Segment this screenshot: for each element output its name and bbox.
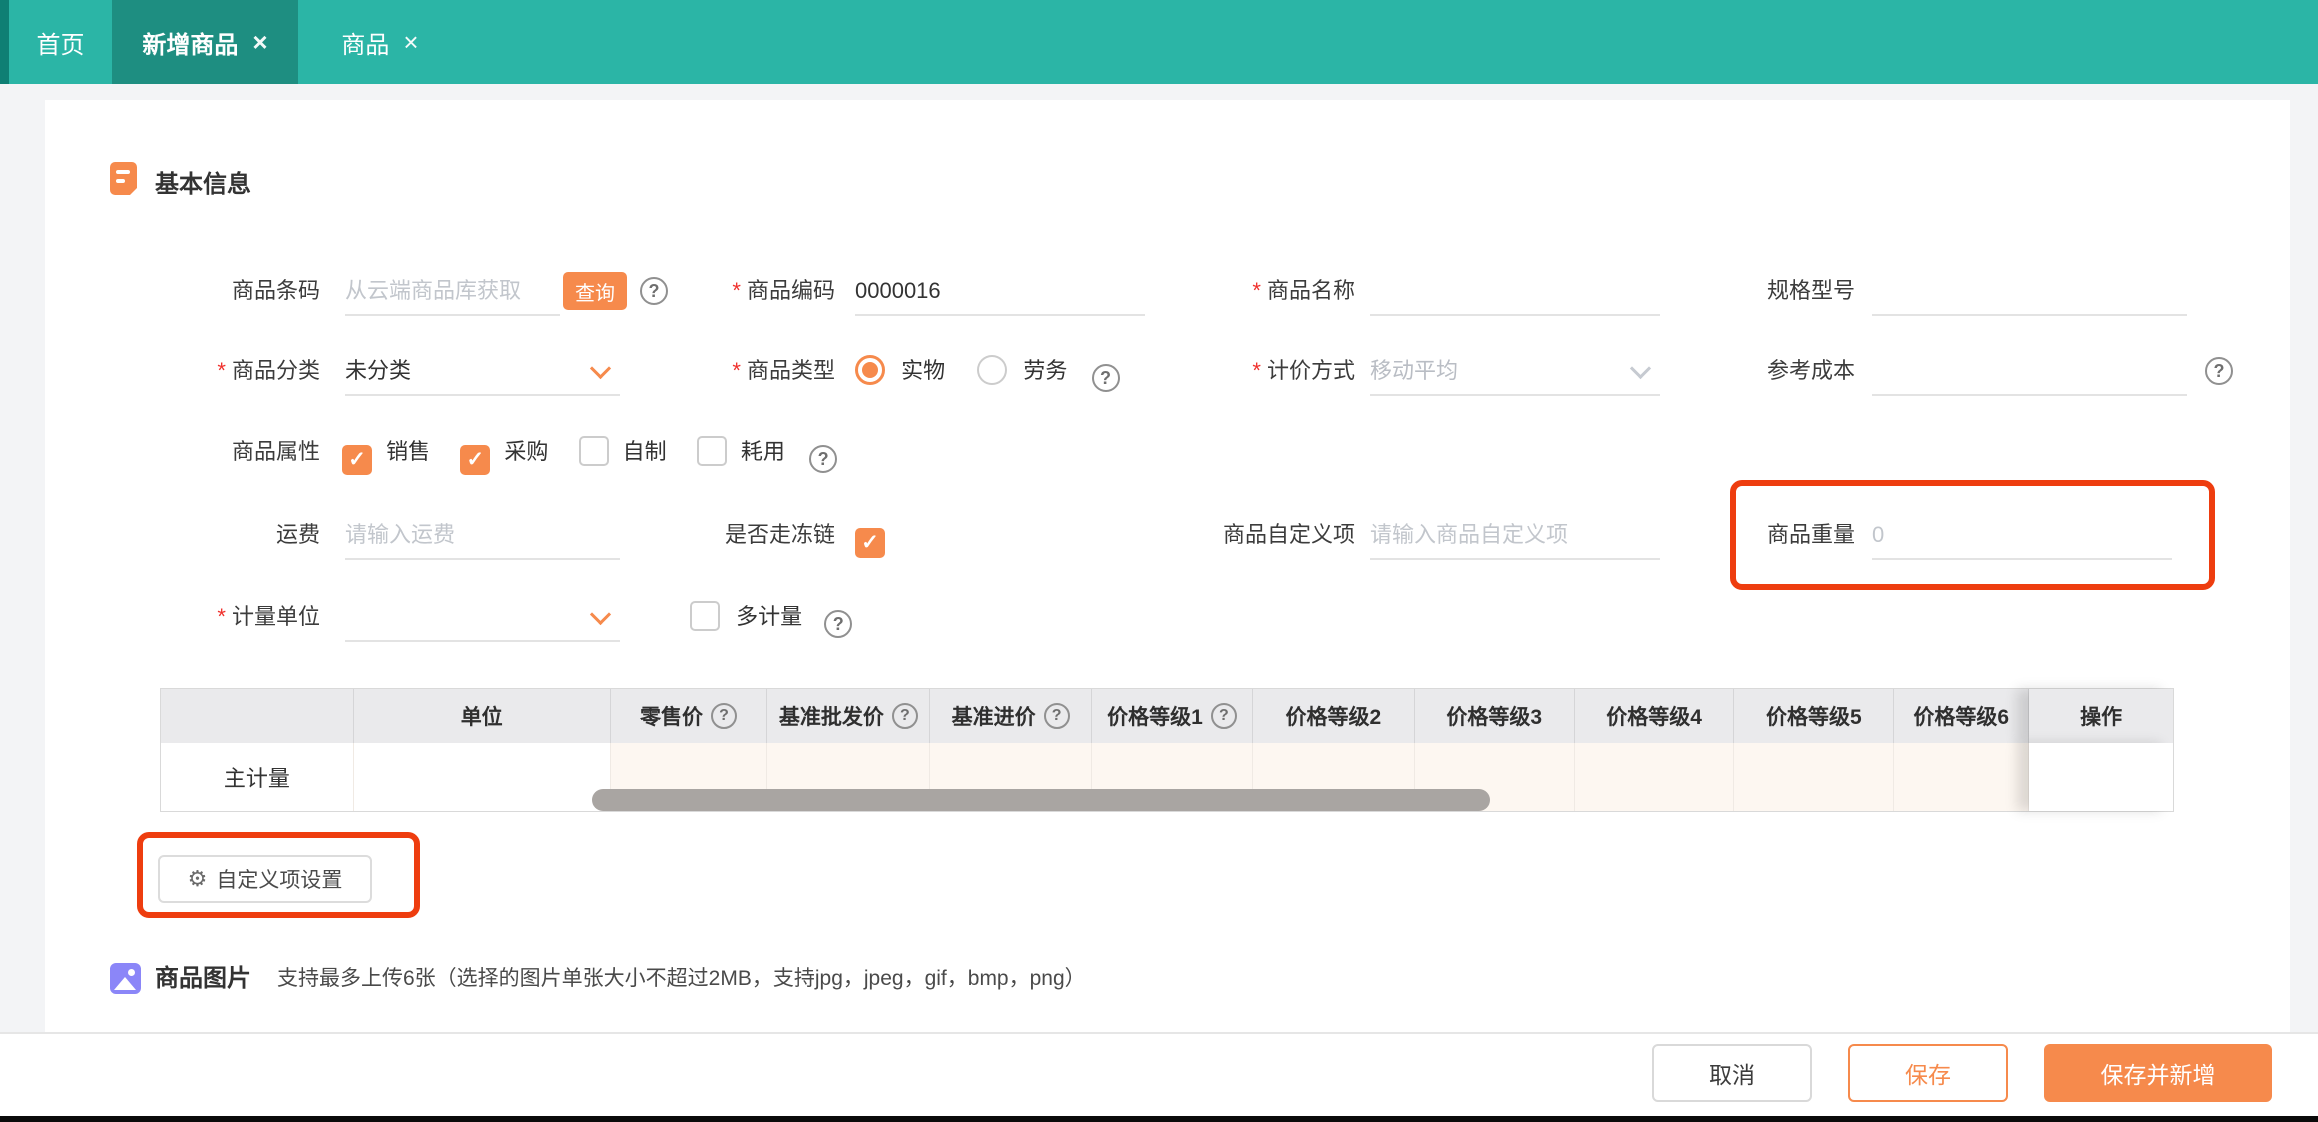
- cancel-button[interactable]: 取消: [1652, 1044, 1812, 1102]
- column-header-price-level-5: 价格等级5: [1734, 689, 1895, 743]
- checkbox-self-made[interactable]: [578, 436, 609, 466]
- horizontal-scrollbar[interactable]: [592, 789, 1490, 811]
- column-header-price-level-1: 价格等级1?: [1092, 689, 1253, 743]
- freight-label: 运费: [275, 522, 320, 547]
- price-level-6-cell[interactable]: [1894, 743, 2030, 811]
- checkbox-purchase-label: 采购: [504, 439, 549, 464]
- close-icon[interactable]: ×: [252, 29, 267, 55]
- product-images-hint: 支持最多上传6张（选择的图片单张大小不超过2MB，支持jpg，jpeg，gif，…: [277, 967, 1086, 990]
- freight-input[interactable]: 请输入运费: [345, 510, 620, 560]
- custom-item-label: 商品自定义项: [1222, 522, 1355, 547]
- cold-chain-field: ✓: [855, 510, 915, 560]
- code-label: * 商品编码: [732, 278, 835, 303]
- custom-item-input[interactable]: 请输入商品自定义项: [1370, 510, 1660, 560]
- price-table-header-row: 单位 零售价? 基准批发价? 基准进价? 价格等级1? 价格等级2 价格等级3 …: [161, 689, 2173, 743]
- type-label: * 商品类型: [732, 358, 835, 383]
- radio-physical-label: 实物: [901, 358, 946, 383]
- column-header-actions: 操作: [2029, 689, 2173, 743]
- category-label: * 商品分类: [217, 358, 320, 383]
- document-icon: [110, 162, 138, 196]
- checkbox-consume[interactable]: [696, 436, 727, 466]
- image-icon: [110, 963, 141, 994]
- section-title-basic-info: 基本信息: [155, 171, 251, 198]
- spec-label: 规格型号: [1766, 278, 1855, 303]
- tab-label: 商品: [341, 31, 390, 59]
- name-label: * 商品名称: [1252, 278, 1355, 303]
- save-button[interactable]: 保存: [1848, 1044, 2008, 1102]
- unit-label: * 计量单位: [217, 604, 320, 629]
- multi-unit-field: 多计量 ?: [690, 592, 930, 642]
- tab-label: 新增商品: [142, 31, 239, 59]
- checkbox-multi-unit[interactable]: [690, 601, 720, 631]
- weight-label: 商品重量: [1766, 522, 1855, 547]
- column-header-price-level-4: 价格等级4: [1575, 689, 1735, 743]
- checkbox-cold-chain[interactable]: ✓: [855, 528, 885, 558]
- ref-cost-label: 参考成本: [1766, 358, 1855, 383]
- help-icon[interactable]: ?: [824, 610, 853, 638]
- barcode-label: 商品条码: [231, 278, 320, 303]
- help-icon[interactable]: ?: [2205, 357, 2233, 385]
- column-header-price-level-6: 价格等级6: [1894, 689, 2030, 743]
- help-icon[interactable]: ?: [891, 703, 918, 729]
- pricing-select[interactable]: 移动平均: [1370, 346, 1660, 396]
- help-icon[interactable]: ?: [1043, 703, 1070, 729]
- unit-cell[interactable]: [354, 743, 611, 811]
- gear-icon: ⚙: [187, 866, 208, 891]
- section-title-product-images: 商品图片: [155, 965, 251, 992]
- barcode-input[interactable]: 从云端商品库获取: [345, 266, 560, 316]
- checkbox-self-made-label: 自制: [622, 439, 667, 464]
- column-header-retail-price: 零售价?: [611, 689, 768, 743]
- radio-service[interactable]: [977, 355, 1008, 385]
- attrs-label: 商品属性: [231, 439, 320, 464]
- checkbox-sale[interactable]: ✓: [342, 445, 372, 475]
- window-bottom-edge: [0, 1116, 2318, 1122]
- row-name-cell: 主计量: [161, 743, 354, 811]
- category-select[interactable]: 未分类: [345, 346, 620, 396]
- main-card: 基本信息 商品条码 从云端商品库获取 查询 ? * 商品编码 0000016 * 商…: [45, 100, 2290, 1032]
- checkbox-purchase[interactable]: ✓: [460, 445, 491, 475]
- column-header-base-purchase: 基准进价?: [930, 689, 1093, 743]
- cold-chain-label: 是否走冻链: [724, 522, 835, 547]
- checkbox-consume-label: 耗用: [740, 439, 785, 464]
- column-header-unit: 单位: [354, 689, 611, 743]
- custom-settings-button[interactable]: ⚙ 自定义项设置: [158, 855, 372, 903]
- multi-unit-label: 多计量: [736, 604, 803, 629]
- help-icon[interactable]: ?: [710, 703, 737, 729]
- actions-cell: [2029, 743, 2174, 811]
- tab-new-product[interactable]: 新增商品 ×: [112, 0, 298, 84]
- tab-home[interactable]: 首页: [9, 0, 112, 84]
- unit-select[interactable]: [345, 592, 620, 642]
- price-level-4-cell[interactable]: [1574, 743, 1735, 811]
- tab-bar: 首页 新增商品 × 商品 ×: [0, 0, 2318, 84]
- footer-bar: 取消 保存 保存并新增: [0, 1032, 2318, 1116]
- help-icon[interactable]: ?: [1210, 703, 1237, 729]
- column-header-price-level-2: 价格等级2: [1253, 689, 1415, 743]
- ref-cost-input[interactable]: [1872, 346, 2187, 396]
- checkbox-sale-label: 销售: [386, 439, 431, 464]
- attrs-checkbox-group: ✓ 销售 ✓ 采购 自制 耗用 ?: [342, 427, 862, 477]
- column-header-price-level-3: 价格等级3: [1415, 689, 1575, 743]
- spec-input[interactable]: [1872, 266, 2187, 316]
- column-header: [161, 689, 354, 743]
- chevron-down-icon: [589, 603, 612, 626]
- tab-product[interactable]: 商品 ×: [298, 0, 462, 84]
- tab-bar-accent-strip: [0, 0, 9, 84]
- price-level-5-cell[interactable]: [1734, 743, 1895, 811]
- help-icon[interactable]: ?: [1091, 364, 1120, 392]
- radio-physical[interactable]: [855, 355, 885, 385]
- weight-input[interactable]: 0: [1872, 510, 2172, 560]
- column-header-base-wholesale: 基准批发价?: [767, 689, 931, 743]
- help-icon[interactable]: ?: [809, 445, 838, 473]
- tab-label: 首页: [36, 31, 85, 59]
- name-input[interactable]: [1370, 266, 1660, 316]
- code-input[interactable]: 0000016: [855, 266, 1145, 316]
- radio-service-label: 劳务: [1023, 358, 1068, 383]
- save-and-new-button[interactable]: 保存并新增: [2044, 1044, 2272, 1102]
- close-icon[interactable]: ×: [403, 29, 418, 55]
- pricing-label: * 计价方式: [1252, 358, 1355, 383]
